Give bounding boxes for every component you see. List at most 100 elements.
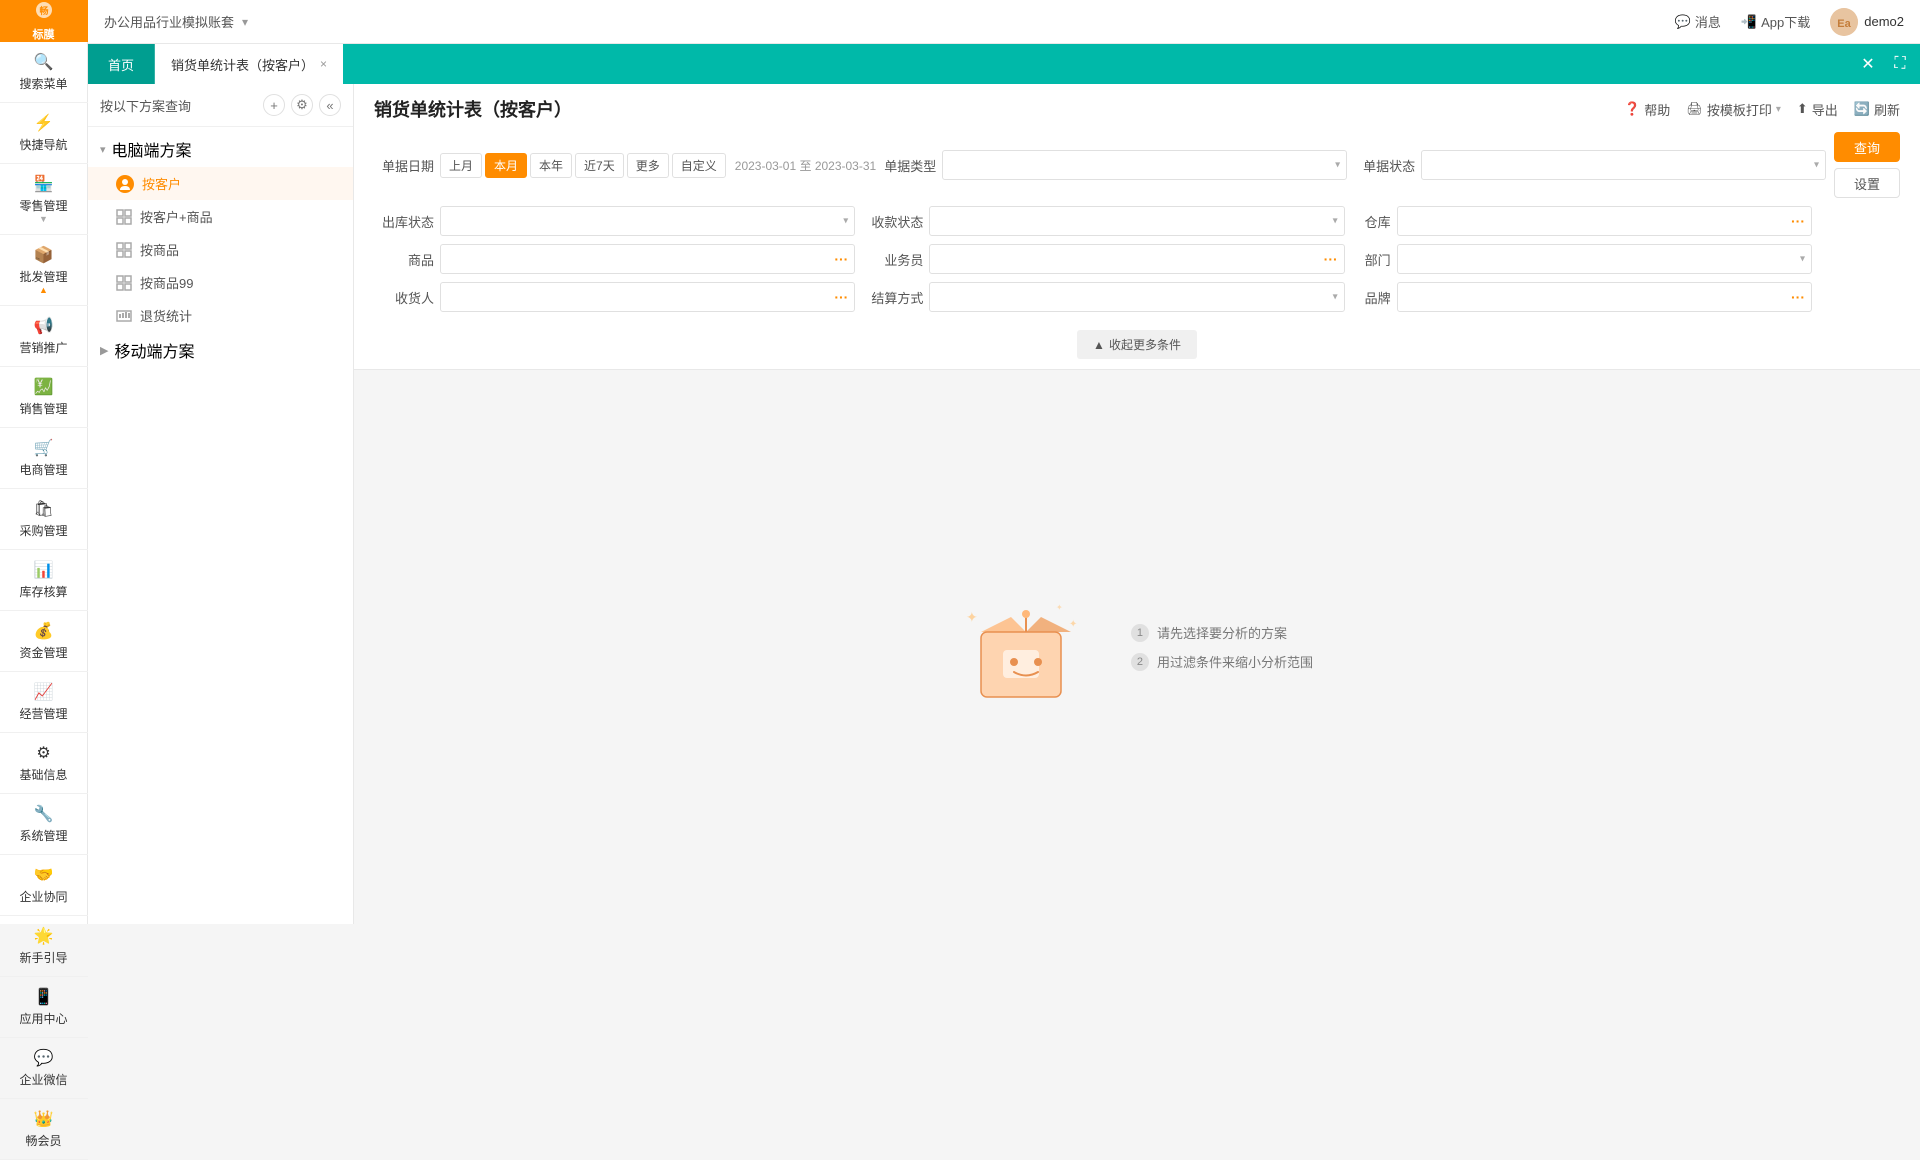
date-filter-label: 单据日期 bbox=[374, 156, 434, 175]
scheme-goods99-label: 按商品99 bbox=[140, 273, 193, 292]
tab-home[interactable]: 首页 bbox=[88, 44, 155, 84]
scheme-group-desktop[interactable]: ▾ 电脑端方案 bbox=[88, 131, 353, 167]
scheme-group-mobile[interactable]: ▶ 移动端方案 bbox=[88, 332, 353, 368]
system-icon: 🔧 bbox=[34, 804, 54, 824]
purchase-icon: 🛍 bbox=[34, 499, 54, 519]
left-panel-actions: + ⚙ « bbox=[263, 94, 341, 116]
sidebar-item-wechat[interactable]: 💬 企业微信 bbox=[0, 1038, 88, 1099]
wholesale-expand-icon: ▲ bbox=[39, 285, 48, 295]
help-button[interactable]: ❓ 帮助 bbox=[1624, 100, 1670, 119]
sidebar-newbie-label: 新手引导 bbox=[19, 949, 67, 966]
sidebar-item-marketing[interactable]: 📢 营销推广 bbox=[0, 306, 88, 367]
print-button[interactable]: 🖨 按模板打印 ▾ bbox=[1686, 100, 1781, 119]
settlement-field[interactable]: ▾ bbox=[929, 282, 1344, 312]
settings-scheme-button[interactable]: ⚙ bbox=[291, 94, 313, 116]
refresh-button[interactable]: 🔄 刷新 bbox=[1854, 100, 1900, 119]
tab-close-window-button[interactable]: ✕ bbox=[1856, 52, 1880, 76]
hint-item-2: 2 用过滤条件来缩小分析范围 bbox=[1131, 652, 1313, 671]
filter-row-1: 单据日期 上月 本月 本年 近7天 更多 自定义 2023-03-01 至 20… bbox=[374, 132, 1900, 198]
sidebar-item-newbie[interactable]: 🌟 新手引导 bbox=[0, 916, 88, 977]
add-scheme-button[interactable]: + bbox=[263, 94, 285, 116]
sidebar-item-ecommerce[interactable]: 🛒 电商管理 bbox=[0, 428, 88, 489]
scheme-item-customer[interactable]: 按客户 bbox=[88, 167, 353, 200]
out-status-field[interactable]: ▾ bbox=[440, 206, 855, 236]
maximize-icon: ⛶ bbox=[1894, 55, 1905, 73]
return-icon bbox=[116, 308, 132, 324]
message-button[interactable]: 💬 消息 bbox=[1675, 12, 1721, 31]
sidebar-item-system[interactable]: 🔧 系统管理 bbox=[0, 794, 88, 855]
scheme-return-label: 退货统计 bbox=[140, 306, 192, 325]
salesperson-field[interactable]: ··· bbox=[929, 244, 1344, 274]
message-icon: 💬 bbox=[1675, 14, 1691, 30]
scheme-item-goods99[interactable]: 按商品99 bbox=[88, 266, 353, 299]
export-button[interactable]: ⬆ 导出 bbox=[1797, 100, 1838, 119]
order-type-field[interactable]: ▾ bbox=[942, 150, 1347, 180]
user-menu[interactable]: Ea demo2 bbox=[1830, 8, 1904, 36]
sidebar-item-finance[interactable]: 💰 资金管理 bbox=[0, 611, 88, 672]
receiver-field[interactable]: ··· bbox=[440, 282, 855, 312]
collapse-btn[interactable]: ▲ 收起更多条件 bbox=[1077, 330, 1197, 359]
filter-container: 销货单统计表（按客户） ❓ 帮助 🖨 按模板打印 ▾ ⬆ bbox=[354, 84, 1920, 370]
this-month-btn[interactable]: 本月 bbox=[485, 153, 527, 178]
sidebar-item-wholesale[interactable]: 📦 批发管理 ▲ bbox=[0, 235, 88, 306]
sidebar-item-operations[interactable]: 📈 经营管理 bbox=[0, 672, 88, 733]
warehouse-field[interactable]: ··· bbox=[1397, 206, 1812, 236]
basic-icon: ⚙ bbox=[34, 743, 54, 763]
sidebar-finance-label: 资金管理 bbox=[19, 644, 67, 661]
app-download-button[interactable]: 📲 App下载 bbox=[1741, 12, 1810, 31]
sidebar-item-inventory[interactable]: 📊 库存核算 bbox=[0, 550, 88, 611]
sidebar-item-quicknav[interactable]: ⚡ 快捷导航 bbox=[0, 103, 88, 164]
sidebar-item-enterprise[interactable]: 🤝 企业协同 bbox=[0, 855, 88, 916]
sidebar-brand-text: 标膜 bbox=[33, 26, 55, 42]
sidebar-item-appcenter[interactable]: 📱 应用中心 bbox=[0, 977, 88, 1038]
order-status-dropdown-icon: ▾ bbox=[1814, 160, 1819, 171]
payment-status-dropdown-icon: ▾ bbox=[1333, 216, 1338, 227]
goods-field[interactable]: ··· bbox=[440, 244, 855, 274]
tab-maximize-button[interactable]: ⛶ bbox=[1888, 52, 1912, 76]
action-buttons: 查询 设置 bbox=[1834, 132, 1900, 198]
username-label: demo2 bbox=[1864, 14, 1904, 29]
order-status-field[interactable]: ▾ bbox=[1421, 150, 1826, 180]
sidebar-item-basic[interactable]: ⚙ 基础信息 bbox=[0, 733, 88, 794]
department-label: 部门 bbox=[1361, 250, 1391, 269]
scheme-group-mobile-label: 移动端方案 bbox=[114, 338, 194, 362]
tab-active[interactable]: 销货单统计表（按客户） × bbox=[155, 44, 343, 84]
collapse-panel-button[interactable]: « bbox=[319, 94, 341, 116]
tab-close-icon[interactable]: × bbox=[320, 57, 327, 71]
collapse-label: 收起更多条件 bbox=[1109, 336, 1181, 353]
industry-label: 办公用品行业模拟账套 bbox=[104, 12, 234, 31]
custom-btn[interactable]: 自定义 bbox=[672, 153, 726, 178]
filter-section: 单据日期 上月 本月 本年 近7天 更多 自定义 2023-03-01 至 20… bbox=[354, 122, 1920, 330]
settings-button[interactable]: 设置 bbox=[1834, 168, 1900, 198]
more-btn[interactable]: 更多 bbox=[627, 153, 669, 178]
header: 办公用品行业模拟账套 ▾ 💬 消息 📲 App下载 Ea demo2 bbox=[88, 0, 1920, 44]
sidebar-item-purchase[interactable]: 🛍 采购管理 bbox=[0, 489, 88, 550]
filter-row-2: 出库状态 ▾ 收款状态 ▾ 仓库 ··· bbox=[374, 206, 1900, 236]
left-panel-title: 按以下方案查询 bbox=[100, 96, 255, 115]
sidebar-wholesale-label: 批发管理 bbox=[19, 268, 67, 285]
last-month-btn[interactable]: 上月 bbox=[440, 153, 482, 178]
scheme-item-goods[interactable]: 按商品 bbox=[88, 233, 353, 266]
sidebar-item-sales[interactable]: 💹 销售管理 bbox=[0, 367, 88, 428]
sidebar-item-retail[interactable]: 🏪 零售管理 ▼ bbox=[0, 164, 88, 235]
salesperson-dots-icon: ··· bbox=[1324, 251, 1338, 267]
industry-dropdown-icon[interactable]: ▾ bbox=[242, 15, 248, 29]
left-panel-header: 按以下方案查询 + ⚙ « bbox=[88, 84, 353, 127]
empty-illustration: ✦ ✦ ✦ bbox=[961, 592, 1091, 702]
sidebar-item-search[interactable]: 🔍 搜索菜单 bbox=[0, 42, 88, 103]
scheme-item-customer-goods[interactable]: 按客户+商品 bbox=[88, 200, 353, 233]
brand-field[interactable]: ··· bbox=[1397, 282, 1812, 312]
empty-state: ✦ ✦ ✦ 1 请先选择要分析的方案 2 用过滤条件来缩小分析范围 bbox=[354, 370, 1920, 924]
query-button[interactable]: 查询 bbox=[1834, 132, 1900, 162]
sidebar-marketing-label: 营销推广 bbox=[19, 339, 67, 356]
sidebar-item-member[interactable]: 👑 畅会员 bbox=[0, 1099, 88, 1160]
app-download-icon: 📲 bbox=[1741, 14, 1757, 30]
date-btn-group: 上月 本月 本年 近7天 更多 自定义 2023-03-01 至 2023-03… bbox=[440, 153, 876, 178]
department-field[interactable]: ▾ bbox=[1397, 244, 1812, 274]
help-icon: ❓ bbox=[1624, 101, 1640, 117]
svg-text:✦: ✦ bbox=[966, 609, 978, 625]
payment-status-field[interactable]: ▾ bbox=[929, 206, 1344, 236]
last7-btn[interactable]: 近7天 bbox=[575, 153, 624, 178]
scheme-item-return[interactable]: 退货统计 bbox=[88, 299, 353, 332]
this-year-btn[interactable]: 本年 bbox=[530, 153, 572, 178]
